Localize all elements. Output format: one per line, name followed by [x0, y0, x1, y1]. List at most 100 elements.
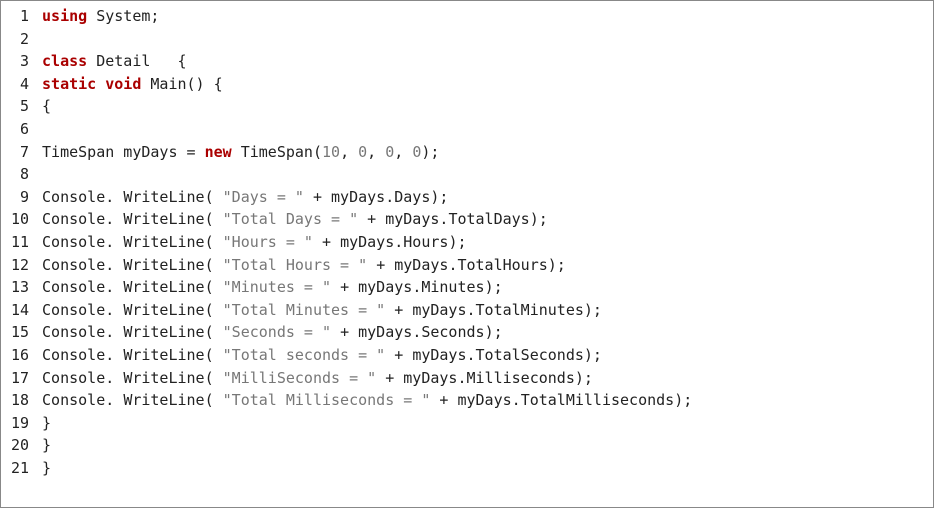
- token-pn: }: [42, 459, 51, 477]
- token-pn: );: [448, 233, 466, 251]
- line-content: static void Main() {: [33, 73, 933, 96]
- token-pn: (: [205, 256, 214, 274]
- token-id: Console: [42, 391, 105, 409]
- token-id: myDays: [331, 188, 385, 206]
- code-line: 4 static void Main() {: [1, 73, 933, 96]
- token-def: [367, 256, 376, 274]
- token-def: [214, 256, 223, 274]
- token-num: 10: [322, 143, 340, 161]
- line-number: 5: [1, 95, 33, 118]
- code-line: 8: [1, 163, 933, 186]
- token-kw: new: [205, 143, 232, 161]
- token-num: 0: [412, 143, 421, 161]
- token-id: TotalMinutes: [476, 301, 584, 319]
- token-def: [349, 143, 358, 161]
- token-pn: );: [485, 323, 503, 341]
- code-line: 7 TimeSpan myDays = new TimeSpan(10, 0, …: [1, 141, 933, 164]
- token-pn: );: [584, 346, 602, 364]
- token-pn: );: [584, 301, 602, 319]
- token-pn: }: [42, 414, 51, 432]
- code-line: 9 Console. WriteLine( "Days = " + myDays…: [1, 186, 933, 209]
- line-content: }: [33, 434, 933, 457]
- token-pn: .: [105, 346, 114, 364]
- token-def: [205, 75, 214, 93]
- token-fn: TimeSpan: [241, 143, 313, 161]
- token-fn: WriteLine: [123, 301, 204, 319]
- line-number: 13: [1, 276, 33, 299]
- token-id: TimeSpan myDays: [42, 143, 187, 161]
- token-def: [403, 301, 412, 319]
- token-num: 0: [358, 143, 367, 161]
- token-def: [96, 75, 105, 93]
- token-def: [114, 256, 123, 274]
- token-id: myDays: [412, 301, 466, 319]
- line-content: {: [33, 95, 933, 118]
- token-def: [114, 323, 123, 341]
- token-id: myDays: [340, 233, 394, 251]
- token-def: [114, 369, 123, 387]
- token-id: TotalHours: [457, 256, 547, 274]
- token-def: [385, 346, 394, 364]
- line-content: class Detail {: [33, 50, 933, 73]
- token-def: [322, 188, 331, 206]
- token-def: [403, 143, 412, 161]
- token-fn: WriteLine: [123, 233, 204, 251]
- token-kw: class: [42, 52, 87, 70]
- token-def: [232, 143, 241, 161]
- token-pn: .: [105, 233, 114, 251]
- line-content: Console. WriteLine( "Minutes = " + myDay…: [33, 276, 933, 299]
- token-def: [114, 278, 123, 296]
- line-number: 19: [1, 412, 33, 435]
- line-number: 21: [1, 457, 33, 480]
- line-number: 16: [1, 344, 33, 367]
- code-line: 11 Console. WriteLine( "Hours = " + myDa…: [1, 231, 933, 254]
- token-id: Console: [42, 369, 105, 387]
- token-def: [114, 391, 123, 409]
- token-pn: ,: [340, 143, 349, 161]
- token-pn: ,: [367, 143, 376, 161]
- line-content: Console. WriteLine( "Seconds = " + myDay…: [33, 321, 933, 344]
- token-str: "Total seconds = ": [223, 346, 386, 364]
- token-str: "Total Minutes = ": [223, 301, 386, 319]
- token-def: [214, 188, 223, 206]
- token-id: myDays: [457, 391, 511, 409]
- token-pn: (: [205, 369, 214, 387]
- token-fn: WriteLine: [123, 278, 204, 296]
- token-op: =: [187, 143, 196, 161]
- token-pn: .: [394, 233, 403, 251]
- token-pn: (: [205, 346, 214, 364]
- token-str: "Total Days = ": [223, 210, 358, 228]
- token-def: [196, 143, 205, 161]
- code-line: 21 }: [1, 457, 933, 480]
- token-pn: );: [548, 256, 566, 274]
- token-def: [385, 301, 394, 319]
- line-number: 18: [1, 389, 33, 412]
- line-content: Console. WriteLine( "Total Minutes = " +…: [33, 299, 933, 322]
- token-def: [214, 210, 223, 228]
- token-def: [331, 233, 340, 251]
- token-id: Seconds: [421, 323, 484, 341]
- token-id: myDays: [403, 369, 457, 387]
- token-def: [376, 143, 385, 161]
- token-pn: );: [575, 369, 593, 387]
- token-op: +: [394, 346, 403, 364]
- line-number: 3: [1, 50, 33, 73]
- token-def: [331, 323, 340, 341]
- token-def: [87, 7, 96, 25]
- token-pn: .: [412, 278, 421, 296]
- token-def: [87, 52, 96, 70]
- token-pn: .: [467, 301, 476, 319]
- token-id: myDays: [358, 278, 412, 296]
- token-pn: .: [105, 323, 114, 341]
- token-str: "Days = ": [223, 188, 304, 206]
- token-id: TotalSeconds: [476, 346, 584, 364]
- token-pn: ,: [394, 143, 403, 161]
- token-pn: );: [485, 278, 503, 296]
- token-fn: WriteLine: [123, 210, 204, 228]
- line-number: 20: [1, 434, 33, 457]
- line-number: 9: [1, 186, 33, 209]
- token-pn: );: [421, 143, 439, 161]
- token-op: +: [313, 188, 322, 206]
- token-id: Console: [42, 278, 105, 296]
- code-line: 1 using System;: [1, 5, 933, 28]
